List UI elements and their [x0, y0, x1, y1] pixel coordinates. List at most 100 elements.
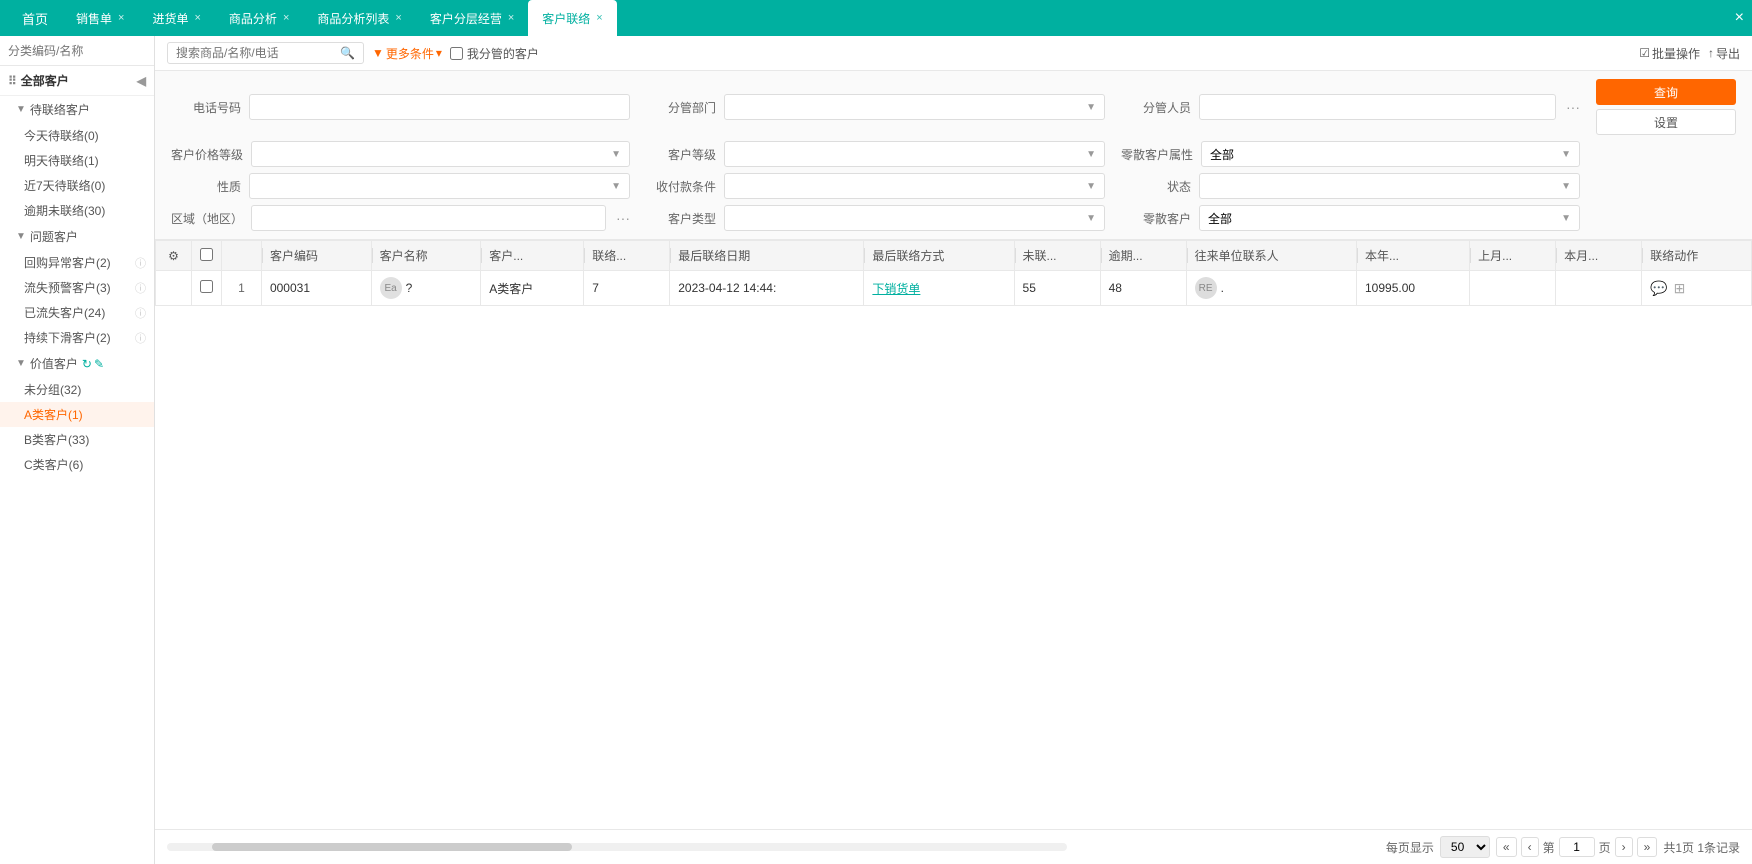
customer-type-select[interactable]: ▼: [724, 205, 1105, 231]
manager-input[interactable]: [1199, 94, 1556, 120]
status-select[interactable]: ▼: [1199, 173, 1580, 199]
row-checkbox[interactable]: [200, 280, 213, 293]
sparse-attr-select[interactable]: 全部 ▼: [1201, 141, 1580, 167]
customer-level-select[interactable]: ▼: [724, 141, 1105, 167]
close-product-analysis-tab[interactable]: ×: [283, 12, 289, 24]
col-unit-contact[interactable]: 往来单位联系人: [1186, 241, 1356, 271]
close-customer-contact-tab[interactable]: ×: [596, 12, 602, 24]
col-overdue[interactable]: 逾期...: [1100, 241, 1186, 271]
nav-tab-purchase[interactable]: 进货单 ×: [138, 0, 214, 36]
sparse-customer-select[interactable]: 全部 ▼: [1199, 205, 1580, 231]
payment-select[interactable]: ▼: [724, 173, 1105, 199]
table-header-row: ⚙ 客户编码 客户名称 客户... 联络... 最后联络日期 最后联络方式 未联…: [156, 241, 1752, 271]
price-level-select[interactable]: ▼: [251, 141, 630, 167]
row-last-month: [1470, 271, 1556, 306]
col-this-month[interactable]: 本月...: [1556, 241, 1642, 271]
row-gear: [156, 271, 192, 306]
query-btn[interactable]: 查询: [1596, 79, 1736, 105]
col-last-contact-method[interactable]: 最后联络方式: [864, 241, 1014, 271]
nav-tab-customer-contact[interactable]: 客户联络 ×: [528, 0, 616, 36]
per-page-select[interactable]: 50 100 200: [1440, 836, 1490, 858]
nature-label: 性质: [171, 178, 241, 195]
col-customer-level[interactable]: 客户...: [481, 241, 584, 271]
page-text: 第: [1543, 839, 1555, 856]
action-icons: 💬 ⊞: [1650, 280, 1743, 297]
sidebar-search-wrap: 🔍: [0, 36, 154, 66]
nav-tab-product-list[interactable]: 商品分析列表 ×: [303, 0, 415, 36]
filter-row-2: 客户价格等级 ▼ 客户等级 ▼ 零散客户属性 全部: [171, 141, 1736, 167]
next-page-btn[interactable]: ›: [1615, 837, 1633, 857]
sidebar-all-customers-header[interactable]: ⠿ 全部客户 ◀: [0, 66, 154, 96]
content-area: 🔍 ▼ 更多条件 ▾ 我分管的客户 ☑ 批量操作 ↑ 导出: [155, 36, 1752, 864]
sidebar-item-churn-warning[interactable]: 流失预警客户(3) ⓘ: [0, 275, 154, 300]
sidebar-item-repurchase-abnormal[interactable]: 回购异常客户(2) ⓘ: [0, 250, 154, 275]
refresh-value-icon[interactable]: ↻: [82, 357, 92, 371]
sidebar-collapse-btn[interactable]: ◀: [137, 74, 146, 88]
prev-page-btn[interactable]: ‹: [1521, 837, 1539, 857]
select-all-checkbox[interactable]: [200, 248, 213, 261]
edit-value-icon[interactable]: ✎: [94, 357, 104, 371]
sparse-customer-label: 零散客户: [1121, 210, 1191, 227]
region-more-btn[interactable]: ···: [616, 210, 630, 226]
col-gear[interactable]: ⚙: [156, 241, 192, 271]
export-btn[interactable]: ↑ 导出: [1708, 45, 1740, 62]
nav-home[interactable]: 首页: [8, 0, 62, 36]
page-number-input[interactable]: 1: [1559, 837, 1595, 857]
sidebar-item-a-customers[interactable]: A类客户(1): [0, 402, 154, 427]
sidebar-problem-customers-group[interactable]: ▼ 问题客户: [0, 223, 154, 250]
sidebar-value-customers-group[interactable]: ▼ 价值客户 ↻ ✎: [0, 350, 154, 377]
close-sales-tab[interactable]: ×: [118, 12, 124, 24]
row-last-contact-method[interactable]: 下销货单: [864, 271, 1014, 306]
filter-row-1: 电话号码 分管部门 ▼ 分管人员 ··· 查询 设置: [171, 79, 1736, 135]
status-arrow: ▼: [1561, 181, 1571, 192]
my-customers-checkbox-wrap[interactable]: 我分管的客户: [450, 45, 539, 62]
sidebar-item-c-customers[interactable]: C类客户(6): [0, 452, 154, 477]
close-all-button[interactable]: ×: [1735, 9, 1744, 27]
region-input[interactable]: [251, 205, 606, 231]
col-name[interactable]: 客户名称: [371, 241, 481, 271]
more-conditions-btn[interactable]: ▼ 更多条件 ▾: [372, 45, 442, 62]
sparse-attr-arrow: ▼: [1561, 149, 1571, 160]
my-customers-checkbox[interactable]: [450, 47, 463, 60]
sidebar-item-tomorrow-pending[interactable]: 明天待联络(1): [0, 148, 154, 173]
col-contact[interactable]: 联络...: [584, 241, 670, 271]
sidebar-item-7days-pending[interactable]: 近7天待联络(0): [0, 173, 154, 198]
close-product-list-tab[interactable]: ×: [395, 12, 401, 24]
dept-select[interactable]: ▼: [724, 94, 1105, 120]
sidebar-item-today-pending[interactable]: 今天待联络(0): [0, 123, 154, 148]
qr-icon[interactable]: ⊞: [1674, 280, 1686, 297]
row-this-month: [1556, 271, 1642, 306]
batch-ops-btn[interactable]: ☑ 批量操作: [1639, 45, 1700, 62]
sidebar-pending-contact-group[interactable]: ▼ 待联络客户: [0, 96, 154, 123]
col-code[interactable]: 客户编码: [261, 241, 371, 271]
col-last-month[interactable]: 上月...: [1470, 241, 1556, 271]
sidebar-item-churned[interactable]: 已流失客户(24) ⓘ: [0, 300, 154, 325]
row-name: Ea ?: [371, 271, 481, 306]
nav-tab-customer-segment[interactable]: 客户分层经营 ×: [416, 0, 528, 36]
sidebar-item-b-customers[interactable]: B类客户(33): [0, 427, 154, 452]
main-search-input[interactable]: [176, 46, 336, 60]
main-search-icon[interactable]: 🔍: [340, 46, 355, 60]
nature-select[interactable]: ▼: [249, 173, 630, 199]
sidebar-item-ungrouped[interactable]: 未分组(32): [0, 377, 154, 402]
manager-more-btn[interactable]: ···: [1566, 99, 1580, 115]
main-layout: 🔍 ⠿ 全部客户 ◀ ▼ 待联络客户 今天待联络(0) 明天待联络(1) 近7天…: [0, 36, 1752, 864]
last-page-btn[interactable]: »: [1637, 837, 1658, 857]
first-page-btn[interactable]: «: [1496, 837, 1517, 857]
horizontal-scrollbar[interactable]: [167, 843, 1067, 851]
nav-tab-product-analysis[interactable]: 商品分析 ×: [215, 0, 303, 36]
col-no-contact[interactable]: 未联...: [1014, 241, 1100, 271]
sidebar-search-input[interactable]: [8, 44, 155, 58]
close-purchase-tab[interactable]: ×: [194, 12, 200, 24]
close-customer-segment-tab[interactable]: ×: [508, 12, 514, 24]
settings-btn[interactable]: 设置: [1596, 109, 1736, 135]
col-this-year[interactable]: 本年...: [1357, 241, 1470, 271]
sidebar-item-overdue-no-contact[interactable]: 逾期未联络(30): [0, 198, 154, 223]
sidebar-item-declining[interactable]: 持续下滑客户(2) ⓘ: [0, 325, 154, 350]
filter-right-actions: ☑ 批量操作 ↑ 导出: [1639, 45, 1740, 62]
nav-tab-sales[interactable]: 销售单 ×: [62, 0, 138, 36]
col-last-contact-date[interactable]: 最后联络日期: [670, 241, 864, 271]
chat-icon[interactable]: 💬: [1650, 280, 1667, 297]
per-page-label: 每页显示: [1386, 839, 1434, 856]
phone-input[interactable]: [249, 94, 630, 120]
